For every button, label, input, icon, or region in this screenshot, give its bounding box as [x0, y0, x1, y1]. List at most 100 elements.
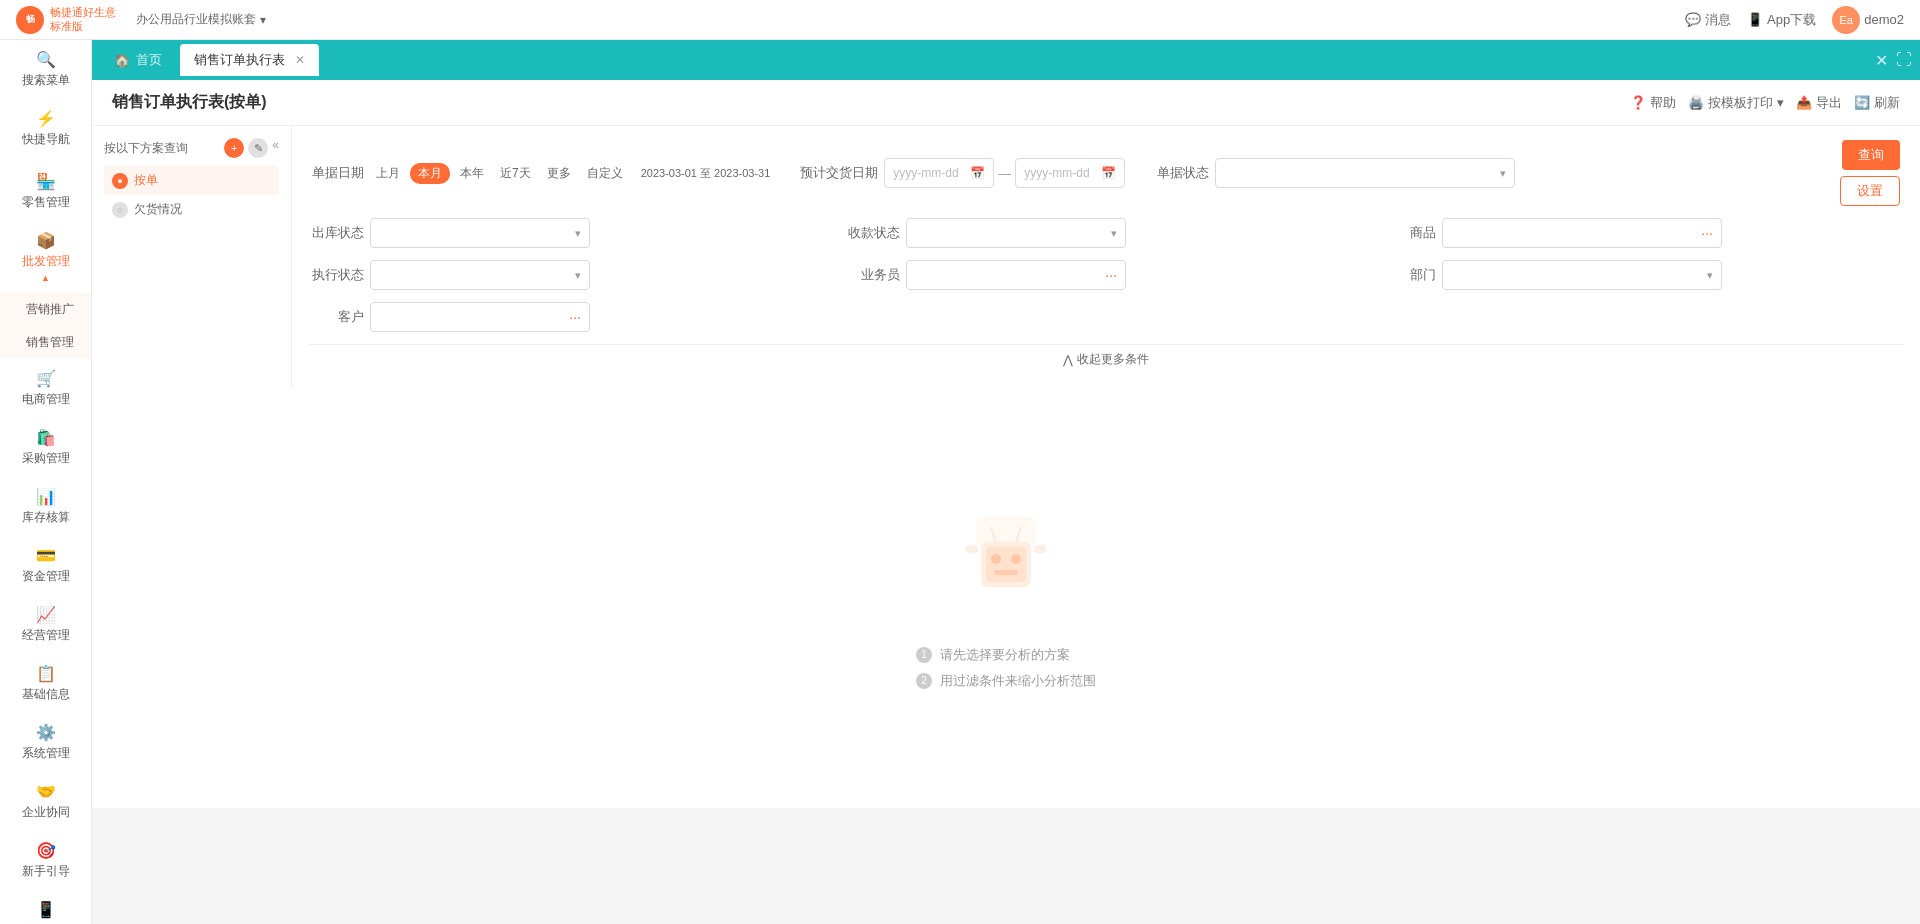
sidebar-item-quicknav[interactable]: ⚡ 快捷导航	[0, 99, 91, 158]
date-btn-more[interactable]: 更多	[541, 163, 577, 184]
expected-date-end-input[interactable]: yyyy-mm-dd 📅	[1015, 158, 1125, 188]
sidebar-item-operation[interactable]: 📈 经营管理	[0, 595, 91, 654]
salesman-input[interactable]: ···	[906, 260, 1126, 290]
scheme-item-by-order[interactable]: ● 按单	[104, 166, 279, 195]
customer-input[interactable]: ···	[370, 302, 590, 332]
user-menu[interactable]: Ea demo2	[1832, 6, 1904, 34]
dept-select[interactable]: ▾	[1442, 260, 1722, 290]
help-button[interactable]: ❓ 帮助	[1630, 94, 1676, 112]
sidebar-label-newbie: 新手引导	[22, 863, 70, 880]
collapse-arrow-icon: ⋀	[1063, 353, 1073, 367]
sidebar-item-appcenter[interactable]: 📱 应用中心	[0, 890, 91, 924]
customer-label: 客户	[308, 308, 364, 326]
sidebar-item-ecommerce[interactable]: 🛒 电商管理	[0, 359, 91, 418]
expected-date-label: 预计交货日期	[798, 164, 878, 182]
logo: 畅 畅捷通好生意 标准版	[16, 6, 116, 34]
empty-tip-2: 2 用过滤条件来缩小分析范围	[916, 672, 1096, 690]
page-title: 销售订单执行表(按单)	[112, 92, 267, 125]
scheme-title: 按以下方案查询	[104, 140, 188, 157]
filter-salesman-item: 业务员 ···	[844, 260, 1368, 290]
status-select[interactable]: ▾	[1215, 158, 1515, 188]
sidebar-label-ecommerce: 电商管理	[22, 391, 70, 408]
sidebar-item-system[interactable]: ⚙️ 系统管理	[0, 713, 91, 772]
exec-status-select[interactable]: ▾	[370, 260, 590, 290]
refresh-button[interactable]: 🔄 刷新	[1854, 94, 1900, 112]
collect-status-chevron-icon: ▾	[1111, 227, 1117, 240]
sidebar-label-enterprise: 企业协同	[22, 804, 70, 821]
filter-row-3: 执行状态 ▾ 业务员 ···	[308, 260, 1904, 290]
sidebar-item-finance[interactable]: 💳 资金管理	[0, 536, 91, 595]
filter-row-4: 客户 ···	[308, 302, 1904, 332]
svg-rect-7	[976, 517, 1036, 547]
sidebar-label-purchase: 采购管理	[22, 450, 70, 467]
expected-date-range: yyyy-mm-dd 📅 — yyyy-mm-dd 📅	[884, 158, 1125, 188]
tab-home[interactable]: 🏠 首页	[100, 44, 176, 76]
expected-date-start-input[interactable]: yyyy-mm-dd 📅	[884, 158, 994, 188]
sidebar-item-wholesale[interactable]: 📦 批发管理 ▲	[0, 221, 91, 293]
empty-svg	[956, 507, 1056, 607]
ship-status-select[interactable]: ▾	[370, 218, 590, 248]
sidebar-item-basic[interactable]: 📋 基础信息	[0, 654, 91, 713]
app-download-button[interactable]: 📱 App下载	[1747, 11, 1816, 29]
filter-exec-status-item: 执行状态 ▾	[308, 260, 832, 290]
exec-status-chevron-icon: ▾	[575, 269, 581, 282]
sidebar-item-search[interactable]: 🔍 搜索菜单	[0, 40, 91, 99]
inventory-icon: 📊	[36, 487, 56, 506]
tab-close-window-icon[interactable]: ✕	[1875, 51, 1888, 70]
tip-num-2: 2	[916, 673, 932, 689]
date-btn-current-year[interactable]: 本年	[454, 163, 490, 184]
tab-close-icon[interactable]: ✕	[295, 53, 305, 67]
empty-illustration	[956, 507, 1056, 626]
setting-button[interactable]: 设置	[1840, 176, 1900, 206]
basic-icon: 📋	[36, 664, 56, 683]
svg-point-3	[1011, 554, 1021, 564]
calendar-icon: 📅	[970, 166, 985, 180]
goods-input[interactable]: ···	[1442, 218, 1722, 248]
tab-sales-exec[interactable]: 销售订单执行表 ✕	[180, 44, 319, 76]
message-button[interactable]: 💬 消息	[1685, 11, 1731, 29]
breadcrumb-chevron-icon[interactable]: ▾	[260, 13, 266, 27]
sidebar-item-inventory[interactable]: 📊 库存核算	[0, 477, 91, 536]
sidebar-item-sales[interactable]: 销售管理	[0, 326, 91, 359]
sidebar-item-purchase[interactable]: 🛍️ 采购管理	[0, 418, 91, 477]
filter-ship-status-item: 出库状态 ▾	[308, 218, 832, 248]
refresh-icon: 🔄	[1854, 95, 1870, 110]
tab-maximize-icon[interactable]: ⛶	[1896, 51, 1912, 69]
sidebar-item-marketing[interactable]: 营销推广	[0, 293, 91, 326]
ecommerce-icon: 🛒	[36, 369, 56, 388]
goods-label: 商品	[1380, 224, 1436, 242]
sidebar-label-inventory: 库存核算	[22, 509, 70, 526]
sidebar-item-newbie[interactable]: 🎯 新手引导	[0, 831, 91, 890]
operation-icon: 📈	[36, 605, 56, 624]
print-button[interactable]: 🖨️ 按模板打印 ▾	[1688, 94, 1784, 112]
avatar: Ea	[1832, 6, 1860, 34]
add-scheme-button[interactable]: +	[224, 138, 244, 158]
export-button[interactable]: 📤 导出	[1796, 94, 1842, 112]
newbie-icon: 🎯	[36, 841, 56, 860]
print-icon: 🖨️	[1688, 95, 1704, 110]
scheme-item-by-owe[interactable]: ○ 欠货情况	[104, 195, 279, 224]
filter-expected-date-item: 预计交货日期 yyyy-mm-dd 📅 — yyyy-mm-dd 📅	[798, 158, 1125, 188]
sidebar-item-enterprise[interactable]: 🤝 企业协同	[0, 772, 91, 831]
filter-dept-item: 部门 ▾	[1380, 260, 1904, 290]
sidebar-label-retail: 零售管理	[22, 194, 70, 211]
date-btn-last-month[interactable]: 上月	[370, 163, 406, 184]
sidebar-label-wholesale: 批发管理	[22, 253, 70, 270]
collapse-more-button[interactable]: ⋀ 收起更多条件	[308, 344, 1904, 374]
date-btn-last-7days[interactable]: 近7天	[494, 163, 537, 184]
sidebar-label-marketing: 营销推广	[26, 301, 74, 318]
goods-more-icon[interactable]: ···	[1701, 225, 1713, 241]
query-button[interactable]: 查询	[1842, 140, 1900, 170]
date-btn-current-month[interactable]: 本月	[410, 163, 450, 184]
customer-more-icon[interactable]: ···	[569, 309, 581, 325]
sidebar-label-quicknav: 快捷导航	[22, 131, 70, 148]
filter-panel: 按以下方案查询 + ✎ « ● 按单 ○ 欠货情况	[92, 126, 1920, 388]
collapse-scheme-button[interactable]: «	[272, 138, 279, 158]
date-quick-buttons: 上月 本月 本年 近7天 更多 自定义	[370, 163, 629, 184]
date-btn-custom[interactable]: 自定义	[581, 163, 629, 184]
salesman-more-icon[interactable]: ···	[1105, 267, 1117, 283]
date-label: 单据日期	[308, 164, 364, 182]
sidebar-item-retail[interactable]: 🏪 零售管理	[0, 162, 91, 221]
collect-status-select[interactable]: ▾	[906, 218, 1126, 248]
edit-scheme-button[interactable]: ✎	[248, 138, 268, 158]
